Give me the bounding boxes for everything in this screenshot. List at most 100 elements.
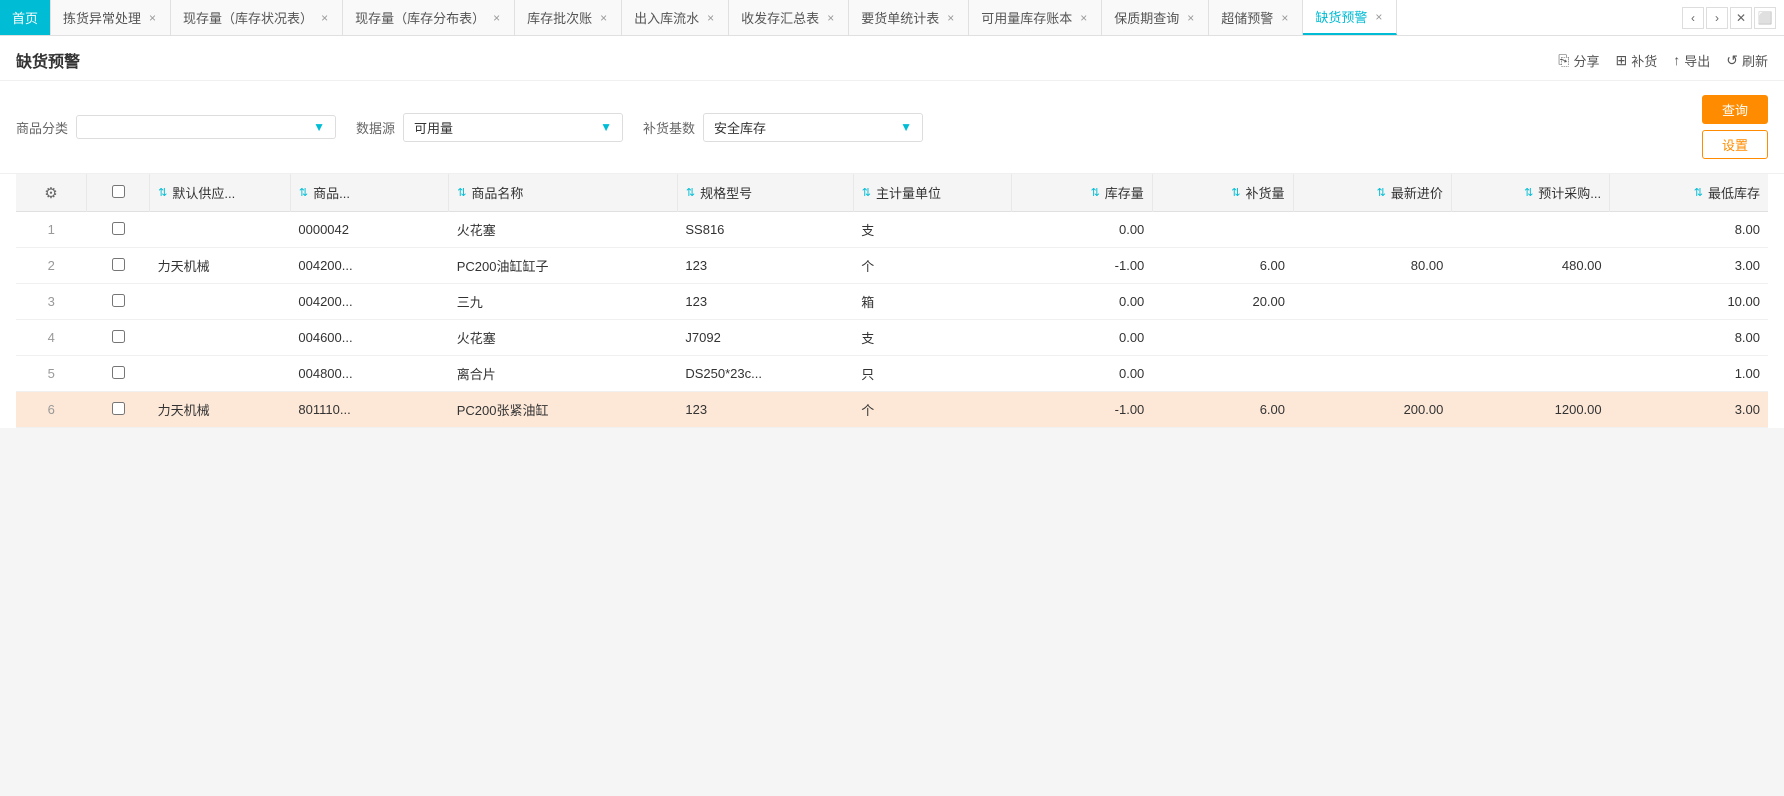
- cell-index-3: 4: [16, 320, 86, 356]
- tab-prev-btn[interactable]: ‹: [1682, 7, 1704, 29]
- cell-checkbox-3[interactable]: [86, 320, 149, 356]
- tab-bar: 首页 拣货异常处理 × 现存量（库存状况表） × 现存量（库存分布表） × 库存…: [0, 0, 1784, 36]
- tab-overstock-warning[interactable]: 超储预警 ×: [1209, 0, 1303, 35]
- filter-actions: 查询 设置: [1702, 95, 1768, 159]
- row-checkbox-4[interactable]: [112, 366, 125, 379]
- th-sku[interactable]: ⇅ 商品...: [290, 174, 448, 212]
- th-checkbox[interactable]: [86, 174, 149, 212]
- cell-forecast-5: 1200.00: [1451, 392, 1609, 428]
- cell-min-stock-1: 3.00: [1610, 248, 1768, 284]
- tab-inout-flow[interactable]: 出入库流水 ×: [622, 0, 729, 35]
- row-checkbox-3[interactable]: [112, 330, 125, 343]
- th-name-label: 商品名称: [471, 183, 523, 202]
- cell-latest-price-5: 200.00: [1293, 392, 1451, 428]
- cell-checkbox-2[interactable]: [86, 284, 149, 320]
- refresh-button[interactable]: ↺ 刷新: [1726, 51, 1768, 70]
- th-supplier[interactable]: ⇅ 默认供应...: [150, 174, 291, 212]
- tab-home[interactable]: 首页: [0, 0, 51, 35]
- tab-overstock-close[interactable]: ×: [1279, 11, 1290, 25]
- select-all-checkbox[interactable]: [112, 185, 125, 198]
- th-name[interactable]: ⇅ 商品名称: [449, 174, 678, 212]
- cell-replenish-3: [1152, 320, 1293, 356]
- tab-inout-close[interactable]: ×: [705, 11, 716, 25]
- tab-defect-process[interactable]: 拣货异常处理 ×: [51, 0, 171, 35]
- tab-expiry-close[interactable]: ×: [1185, 11, 1196, 25]
- th-forecast[interactable]: ⇅ 预计采购...: [1451, 174, 1609, 212]
- export-button[interactable]: ↑ 导出: [1673, 51, 1710, 70]
- tab-inventory-dist-close[interactable]: ×: [491, 11, 502, 25]
- share-icon: ⎘: [1558, 52, 1569, 69]
- replenish-basis-value: 安全库存: [714, 118, 766, 137]
- th-latest-price[interactable]: ⇅ 最新进价: [1293, 174, 1451, 212]
- latestprice-sort-icon: ⇅: [1377, 186, 1386, 199]
- supplier-sort-icon: ⇅: [158, 186, 167, 199]
- tab-next-btn[interactable]: ›: [1706, 7, 1728, 29]
- cell-sku-1: 004200...: [290, 248, 448, 284]
- tab-available-close[interactable]: ×: [1078, 11, 1089, 25]
- cell-min-stock-2: 10.00: [1610, 284, 1768, 320]
- cell-supplier-2: [150, 284, 291, 320]
- datasource-arrow-icon: ▼: [600, 120, 612, 134]
- row-checkbox-0[interactable]: [112, 222, 125, 235]
- tab-order-close[interactable]: ×: [945, 11, 956, 25]
- tab-inventory-status[interactable]: 现存量（库存状况表） ×: [171, 0, 343, 35]
- tab-inventory-dist[interactable]: 现存量（库存分布表） ×: [343, 0, 515, 35]
- main-content: 缺货预警 ⎘ 分享 ⊞ 补货 ↑ 导出 ↺ 刷新 商品分类: [0, 36, 1784, 428]
- gear-icon[interactable]: ⚙: [44, 185, 57, 202]
- cell-latest-price-1: 80.00: [1293, 248, 1451, 284]
- settings-button[interactable]: 设置: [1702, 130, 1768, 159]
- tab-inventory-status-close[interactable]: ×: [319, 11, 330, 25]
- spec-sort-icon: ⇅: [686, 186, 695, 199]
- th-min-stock[interactable]: ⇅ 最低库存: [1610, 174, 1768, 212]
- replenish-basis-select[interactable]: 安全库存 ▼: [703, 113, 923, 142]
- cell-supplier-1: 力天机械: [150, 248, 291, 284]
- th-stock-label: 库存量: [1105, 183, 1144, 202]
- cell-min-stock-3: 8.00: [1610, 320, 1768, 356]
- th-unit[interactable]: ⇅ 主计量单位: [853, 174, 1011, 212]
- row-checkbox-5[interactable]: [112, 402, 125, 415]
- cell-replenish-4: [1152, 356, 1293, 392]
- th-gear[interactable]: ⚙: [16, 174, 86, 212]
- cell-sku-4: 004800...: [290, 356, 448, 392]
- replenish-button[interactable]: ⊞ 补货: [1615, 51, 1657, 70]
- category-select[interactable]: ▼: [76, 115, 336, 139]
- tab-shortage-close[interactable]: ×: [1373, 10, 1384, 24]
- tab-order-stats[interactable]: 要货单统计表 ×: [849, 0, 969, 35]
- cell-checkbox-4[interactable]: [86, 356, 149, 392]
- tab-expiry-query[interactable]: 保质期查询 ×: [1102, 0, 1209, 35]
- datasource-select[interactable]: 可用量 ▼: [403, 113, 623, 142]
- tab-shortage-warning[interactable]: 缺货预警 ×: [1303, 0, 1397, 35]
- replenish-label: 补货: [1631, 51, 1657, 70]
- th-sku-label: 商品...: [313, 183, 350, 202]
- cell-checkbox-5[interactable]: [86, 392, 149, 428]
- cell-unit-3: 支: [853, 320, 1011, 356]
- tab-available-ledger[interactable]: 可用量库存账本 ×: [969, 0, 1102, 35]
- tab-batch-close[interactable]: ×: [598, 11, 609, 25]
- share-button[interactable]: ⎘ 分享: [1558, 51, 1599, 70]
- th-replenish[interactable]: ⇅ 补货量: [1152, 174, 1293, 212]
- cell-checkbox-0[interactable]: [86, 212, 149, 248]
- th-spec[interactable]: ⇅ 规格型号: [677, 174, 853, 212]
- cell-latest-price-3: [1293, 320, 1451, 356]
- row-checkbox-2[interactable]: [112, 294, 125, 307]
- tab-receipt-summary[interactable]: 收发存汇总表 ×: [729, 0, 849, 35]
- replenish-basis-arrow-icon: ▼: [900, 120, 912, 134]
- row-checkbox-1[interactable]: [112, 258, 125, 271]
- cell-index-0: 1: [16, 212, 86, 248]
- cell-min-stock-4: 1.00: [1610, 356, 1768, 392]
- cell-name-4: 离合片: [449, 356, 678, 392]
- query-button[interactable]: 查询: [1702, 95, 1768, 124]
- tab-close-btn[interactable]: ✕: [1730, 7, 1752, 29]
- cell-spec-1: 123: [677, 248, 853, 284]
- cell-name-2: 三九: [449, 284, 678, 320]
- tab-receipt-close[interactable]: ×: [825, 11, 836, 25]
- tab-batch-account[interactable]: 库存批次账 ×: [515, 0, 622, 35]
- cell-checkbox-1[interactable]: [86, 248, 149, 284]
- tab-defect-close[interactable]: ×: [147, 11, 158, 25]
- th-stock[interactable]: ⇅ 库存量: [1012, 174, 1153, 212]
- table-body: 1 0000042 火花塞 SS816 支 0.00 8.00 2 力天机械 0…: [16, 212, 1768, 428]
- tab-maximize-btn[interactable]: ⬜: [1754, 7, 1776, 29]
- cell-stock-2: 0.00: [1012, 284, 1153, 320]
- cell-sku-0: 0000042: [290, 212, 448, 248]
- th-unit-label: 主计量单位: [876, 183, 941, 202]
